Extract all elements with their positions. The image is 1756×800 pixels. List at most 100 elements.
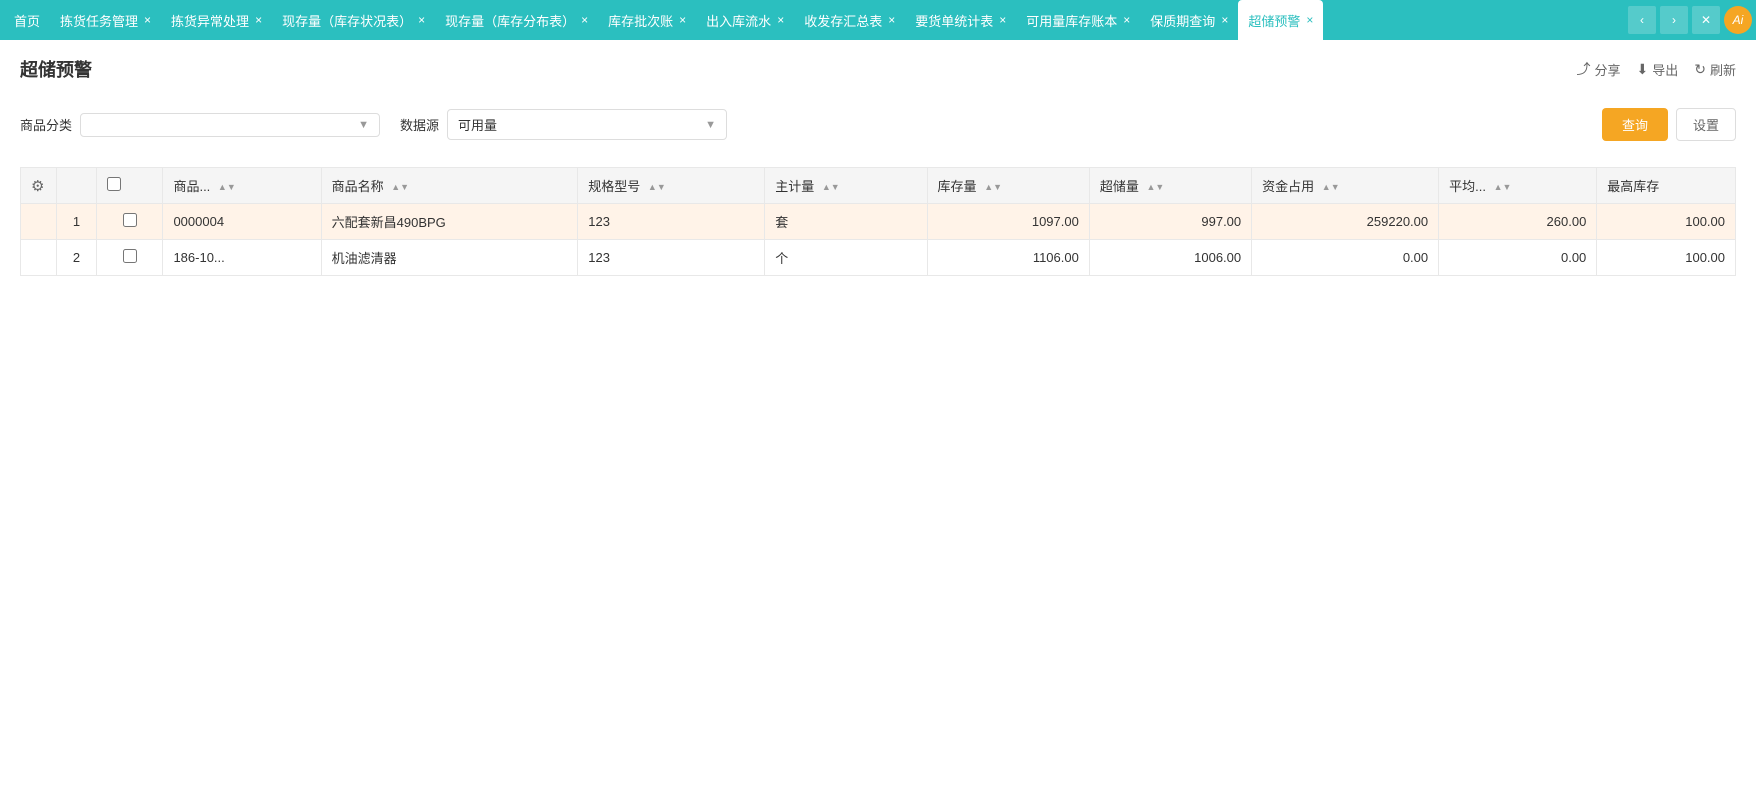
td-stock-0: 1097.00 — [927, 204, 1089, 240]
td-spec-0: 123 — [578, 204, 765, 240]
th-index — [57, 168, 97, 204]
nav-item-task[interactable]: 拣货任务管理× — [50, 0, 161, 40]
th-max-stock[interactable]: 最高库存 — [1597, 168, 1736, 204]
nav-next-button[interactable]: › — [1660, 6, 1688, 34]
category-select[interactable]: ▼ — [80, 113, 380, 137]
nav-item-exception[interactable]: 拣货异常处理× — [161, 0, 272, 40]
export-icon: ⬇ — [1637, 61, 1649, 78]
nav-item-label-inout: 出入库流水 — [706, 11, 771, 30]
td-settings-1 — [21, 240, 57, 276]
datasource-label: 数据源 — [400, 115, 439, 134]
th-product-code[interactable]: 商品... ▲▼ — [163, 168, 321, 204]
nav-close-order-stat[interactable]: × — [999, 13, 1006, 27]
td-checkbox-1[interactable] — [97, 240, 163, 276]
th-unit[interactable]: 主计量 ▲▼ — [765, 168, 927, 204]
td-avg-1: 0.00 — [1439, 240, 1597, 276]
td-unit-0: 套 — [765, 204, 927, 240]
td-settings-0 — [21, 204, 57, 240]
nav-close-exception[interactable]: × — [255, 13, 262, 27]
nav-item-collect[interactable]: 收发存汇总表× — [794, 0, 905, 40]
th-checkbox[interactable] — [97, 168, 163, 204]
td-max-stock-0: 100.00 — [1597, 204, 1736, 240]
th-stock[interactable]: 库存量 ▲▼ — [927, 168, 1089, 204]
nav-item-warranty[interactable]: 保质期查询× — [1140, 0, 1238, 40]
th-overstock[interactable]: 超储量 ▲▼ — [1089, 168, 1251, 204]
nav-close-inout[interactable]: × — [777, 13, 784, 27]
th-avg[interactable]: 平均... ▲▼ — [1439, 168, 1597, 204]
nav-item-home[interactable]: 首页 — [4, 0, 50, 40]
nav-close-batch[interactable]: × — [679, 13, 686, 27]
category-arrow-icon: ▼ — [358, 119, 369, 131]
user-avatar[interactable]: Ai — [1724, 6, 1752, 34]
share-icon: ⤴ — [1576, 59, 1590, 79]
nav-close-warranty[interactable]: × — [1221, 13, 1228, 27]
query-button[interactable]: 查询 — [1602, 108, 1668, 141]
row-checkbox-0[interactable] — [123, 213, 137, 227]
datasource-arrow-icon: ▼ — [705, 119, 716, 131]
share-button[interactable]: ⤴ 分享 — [1576, 59, 1620, 79]
nav-more-button[interactable]: ✕ — [1692, 6, 1720, 34]
nav-prev-button[interactable]: ‹ — [1628, 6, 1656, 34]
header-actions: ⤴ 分享 ⬇ 导出 ↻ 刷新 — [1576, 59, 1736, 79]
refresh-label: 刷新 — [1710, 60, 1736, 79]
sort-overstock[interactable]: ▲▼ — [1146, 183, 1164, 192]
nav-item-overstock[interactable]: 超储预警× — [1238, 0, 1323, 40]
td-index-1: 2 — [57, 240, 97, 276]
td-overstock-1: 1006.00 — [1089, 240, 1251, 276]
select-all-checkbox[interactable] — [107, 177, 121, 191]
sort-avg[interactable]: ▲▼ — [1494, 183, 1512, 192]
nav-item-label-available: 可用量库存账本 — [1026, 11, 1117, 30]
sort-stock[interactable]: ▲▼ — [984, 183, 1002, 192]
filter-bar: 商品分类 ▼ 数据源 可用量 ▼ 查询 设置 — [20, 98, 1736, 151]
nav-close-inventory-dist[interactable]: × — [581, 13, 588, 27]
sort-capital[interactable]: ▲▼ — [1322, 183, 1340, 192]
nav-close-task[interactable]: × — [144, 13, 151, 27]
sort-product-name[interactable]: ▲▼ — [391, 183, 409, 192]
nav-item-inout[interactable]: 出入库流水 × — [696, 0, 794, 40]
th-settings[interactable]: ⚙ — [21, 168, 57, 204]
sort-unit[interactable]: ▲▼ — [822, 183, 840, 192]
page-title: 超储预警 — [20, 56, 92, 82]
table-row: 2 186-10... 机油滤清器 123 个 1106.00 1006.00 … — [21, 240, 1736, 276]
td-product-code-1: 186-10... — [163, 240, 321, 276]
td-product-code-0: 0000004 — [163, 204, 321, 240]
nav-item-label-inventory-dist: 现存量（库存分布表） — [445, 11, 575, 30]
td-avg-0: 260.00 — [1439, 204, 1597, 240]
th-product-name[interactable]: 商品名称 ▲▼ — [321, 168, 578, 204]
nav-item-inventory-status[interactable]: 现存量（库存状况表） × — [272, 0, 435, 40]
top-navigation: 首页拣货任务管理×拣货异常处理×现存量（库存状况表）×现存量（库存分布表）×库存… — [0, 0, 1756, 40]
nav-item-label-inventory-status: 现存量（库存状况表） — [282, 11, 412, 30]
nav-close-collect[interactable]: × — [888, 13, 895, 27]
nav-close-overstock[interactable]: × — [1306, 13, 1313, 27]
td-stock-1: 1106.00 — [927, 240, 1089, 276]
nav-item-order-stat[interactable]: 要货单统计表 × — [905, 0, 1016, 40]
sort-product-code[interactable]: ▲▼ — [218, 183, 236, 192]
nav-item-label-home: 首页 — [14, 11, 40, 30]
td-capital-0: 259220.00 — [1252, 204, 1439, 240]
refresh-button[interactable]: ↻ 刷新 — [1694, 60, 1736, 79]
td-product-name-1: 机油滤清器 — [321, 240, 578, 276]
nav-item-available[interactable]: 可用量库存账本 × — [1016, 0, 1140, 40]
sort-spec[interactable]: ▲▼ — [648, 183, 666, 192]
export-label: 导出 — [1652, 60, 1678, 79]
datasource-select[interactable]: 可用量 ▼ — [447, 109, 727, 140]
th-capital[interactable]: 资金占用 ▲▼ — [1252, 168, 1439, 204]
datasource-filter-group: 数据源 可用量 ▼ — [400, 109, 727, 140]
datasource-value: 可用量 — [458, 115, 497, 134]
nav-item-inventory-dist[interactable]: 现存量（库存分布表） × — [435, 0, 598, 40]
nav-item-batch[interactable]: 库存批次账× — [598, 0, 696, 40]
row-checkbox-1[interactable] — [123, 249, 137, 263]
td-index-0: 1 — [57, 204, 97, 240]
export-button[interactable]: ⬇ 导出 — [1637, 60, 1679, 79]
page-header: 超储预警 ⤴ 分享 ⬇ 导出 ↻ 刷新 — [20, 56, 1736, 82]
th-spec[interactable]: 规格型号 ▲▼ — [578, 168, 765, 204]
td-spec-1: 123 — [578, 240, 765, 276]
share-label: 分享 — [1594, 60, 1620, 79]
td-checkbox-0[interactable] — [97, 204, 163, 240]
nav-close-available[interactable]: × — [1123, 13, 1130, 27]
nav-close-inventory-status[interactable]: × — [418, 13, 425, 27]
nav-item-label-order-stat: 要货单统计表 — [915, 11, 993, 30]
settings-button[interactable]: 设置 — [1676, 108, 1736, 141]
column-settings-icon[interactable]: ⚙ — [31, 178, 44, 195]
category-filter-group: 商品分类 ▼ — [20, 113, 380, 137]
